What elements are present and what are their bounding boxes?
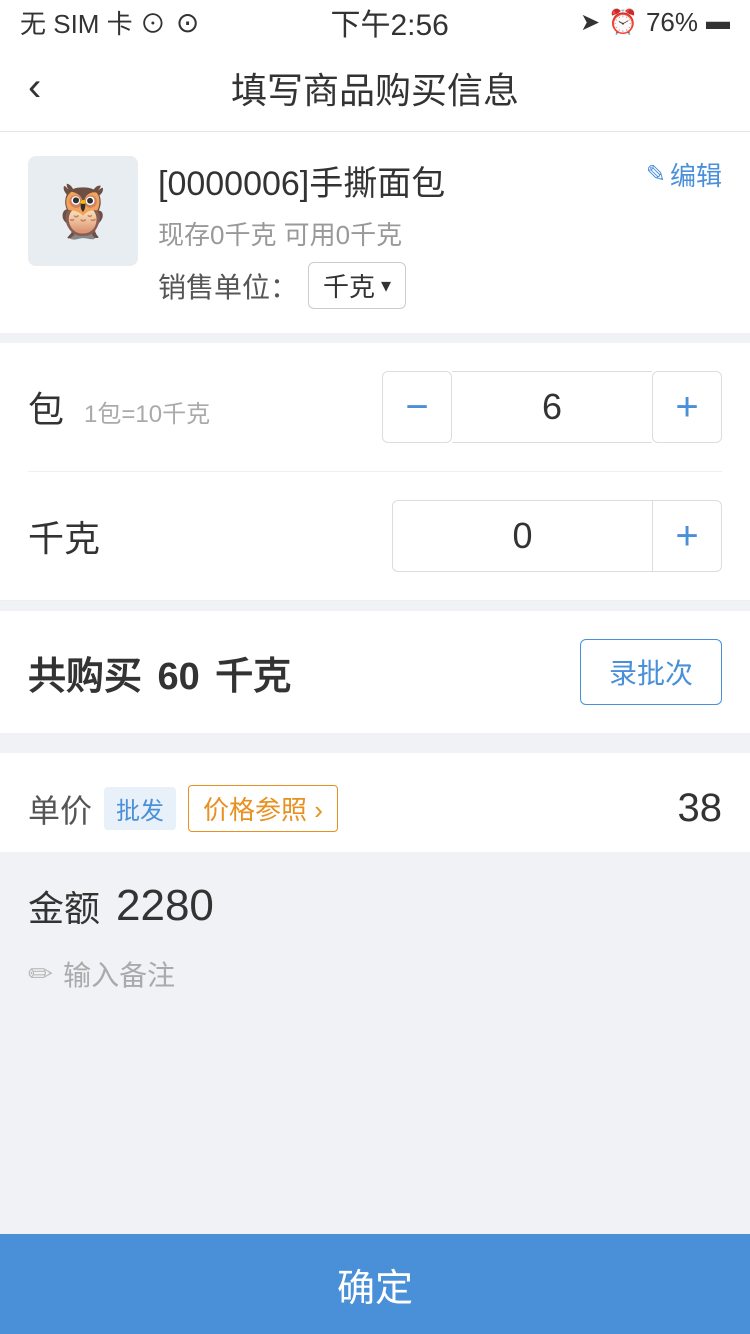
product-row: 🦉 [0000006]手撕面包 现存0千克 可用0千克 销售单位： 千克 ▾: [28, 156, 722, 309]
status-time: 下午2:56: [330, 0, 448, 44]
product-image: 🦉: [28, 156, 138, 266]
qty-controls-kg: +: [392, 500, 722, 572]
remark-row[interactable]: ✏ 输入备注: [28, 946, 722, 1014]
qty-input-kg[interactable]: [392, 500, 652, 572]
edit-label: 编辑: [670, 156, 722, 193]
battery-icon: ▬: [706, 8, 730, 36]
product-name: [0000006]手撕面包: [158, 156, 722, 205]
qty-minus-button[interactable]: −: [382, 371, 452, 443]
total-text: 共购买 60 千克: [28, 645, 580, 700]
qty-controls-pack: − +: [382, 371, 722, 443]
remark-icon: ✏: [28, 957, 53, 992]
amount-row: 金额 2280: [28, 880, 722, 946]
product-card: 🦉 [0000006]手撕面包 现存0千克 可用0千克 销售单位： 千克 ▾ ✎…: [0, 132, 750, 343]
battery-percent: 76%: [646, 7, 698, 38]
qty-plus-button-kg[interactable]: +: [652, 500, 722, 572]
alarm-icon: ⏰: [608, 8, 638, 37]
confirm-bar[interactable]: 确定: [0, 1234, 750, 1334]
qty-plus-button[interactable]: +: [652, 371, 722, 443]
qty-row-pack: 包 1包=10千克 − +: [28, 343, 722, 472]
price-label: 单价: [28, 786, 92, 832]
price-row: 单价 批发 价格参照 › 38: [28, 753, 722, 852]
amount-label: 金额: [28, 880, 100, 932]
remark-placeholder: 输入备注: [63, 954, 175, 994]
status-right: ➤ ⏰ 76% ▬: [580, 7, 730, 38]
edit-button[interactable]: ✎ 编辑: [646, 156, 722, 193]
page-title: 填写商品购买信息: [231, 62, 519, 114]
amount-value: 2280: [116, 881, 214, 931]
total-unit: 千克: [215, 656, 291, 698]
unit-selector[interactable]: 千克 ▾: [308, 262, 406, 309]
qty-input-pack[interactable]: [452, 371, 652, 443]
total-section: 共购买 60 千克 录批次: [0, 601, 750, 743]
quantity-section: 包 1包=10千克 − + 千克 +: [0, 343, 750, 601]
qty-sublabel-pack: 1包=10千克: [84, 401, 210, 428]
back-button[interactable]: ‹: [28, 65, 41, 110]
qty-row-kg: 千克 +: [28, 472, 722, 600]
price-ref-button[interactable]: 价格参照 ›: [188, 785, 338, 832]
product-unit-row: 销售单位： 千克 ▾: [158, 262, 722, 309]
sim-status: 无 SIM 卡 ⊙: [20, 4, 166, 41]
product-stock: 现存0千克 可用0千克: [158, 215, 722, 252]
total-amount: 60: [157, 656, 199, 698]
status-bar: 无 SIM 卡 ⊙ ⊙ 下午2:56 ➤ ⏰ 76% ▬: [0, 0, 750, 44]
location-icon: ➤: [580, 8, 600, 37]
price-tag: 批发: [104, 787, 176, 830]
product-info: [0000006]手撕面包 现存0千克 可用0千克 销售单位： 千克 ▾: [158, 156, 722, 309]
edit-icon: ✎: [646, 160, 666, 189]
batch-button[interactable]: 录批次: [580, 639, 722, 705]
total-prefix: 共购买: [28, 656, 142, 698]
unit-label: 销售单位：: [158, 266, 298, 306]
qty-label-pack: 包 1包=10千克: [28, 381, 382, 433]
nav-bar: ‹ 填写商品购买信息: [0, 44, 750, 132]
dropdown-icon: ▾: [381, 273, 391, 298]
price-value: 38: [678, 786, 723, 831]
bottom-spacer: [0, 1014, 750, 1134]
product-owl-icon: 🦉: [51, 181, 116, 242]
wifi-icon: ⊙: [176, 6, 199, 39]
price-section: 单价 批发 价格参照 › 38: [0, 743, 750, 852]
confirm-button[interactable]: 确定: [337, 1257, 413, 1312]
qty-label-kg: 千克: [28, 510, 392, 562]
amount-section: 金额 2280 ✏ 输入备注: [0, 852, 750, 1014]
unit-value: 千克: [323, 267, 375, 304]
status-left: 无 SIM 卡 ⊙ ⊙: [20, 4, 199, 41]
total-row: 共购买 60 千克 录批次: [28, 611, 722, 733]
